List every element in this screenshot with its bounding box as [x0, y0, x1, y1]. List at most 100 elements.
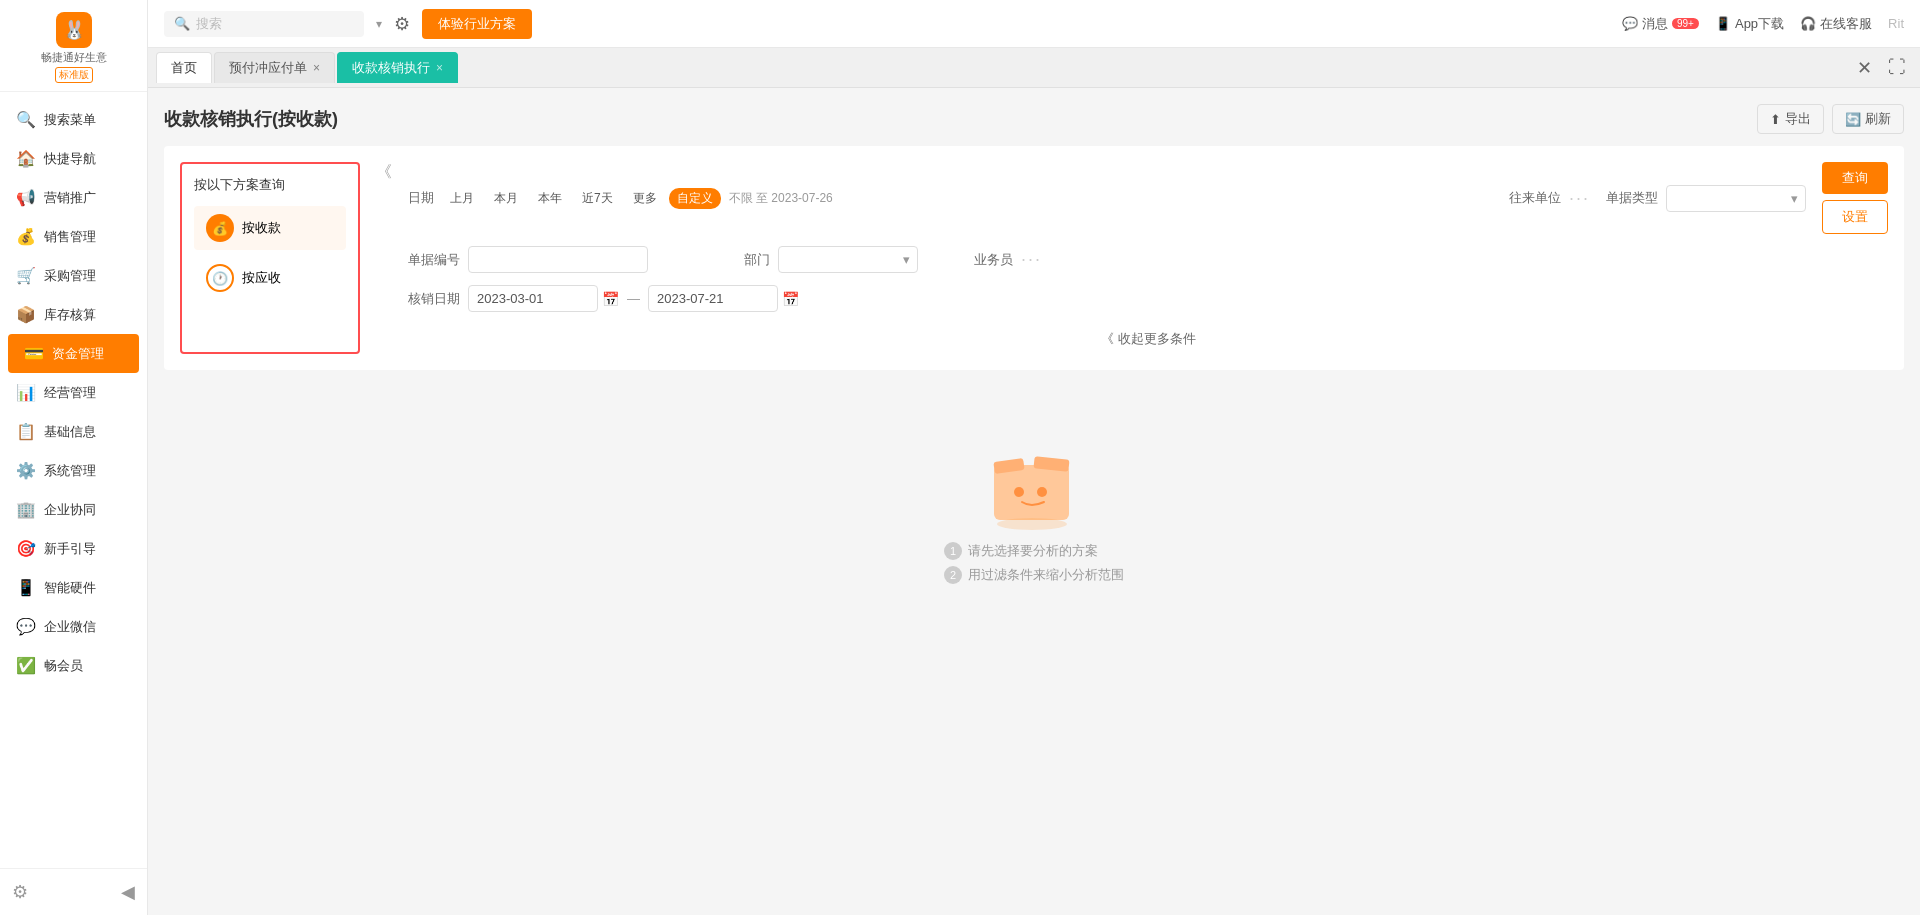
tab-prepay-offset[interactable]: 预付冲应付单 ×	[214, 52, 335, 83]
filter-option-by-receivable[interactable]: 🕐 按应收	[194, 256, 346, 300]
sidebar-item-search-menu[interactable]: 🔍 搜索菜单	[0, 100, 147, 139]
sidebar-item-operation[interactable]: 📊 经营管理	[0, 373, 147, 412]
message-item[interactable]: 💬 消息 99+	[1622, 15, 1699, 33]
sidebar-item-enterprise[interactable]: 🏢 企业协同	[0, 490, 147, 529]
doc-type-select-wrap	[1666, 185, 1806, 212]
topbar: 🔍 搜索 ▾ ⚙ 体验行业方案 💬 消息 99+ 📱 App下载 🎧 在线客服 …	[148, 0, 1920, 48]
svg-point-4	[1037, 487, 1047, 497]
empty-svg-illustration	[984, 430, 1084, 530]
verify-date-start-calendar-icon[interactable]: 📅	[602, 291, 619, 307]
enterprise-icon: 🏢	[16, 500, 36, 519]
dept-select-wrap	[778, 246, 918, 273]
refresh-label: 刷新	[1865, 110, 1891, 128]
tab-receipt-close[interactable]: ×	[436, 61, 443, 75]
sidebar-item-inventory[interactable]: 📦 库存核算	[0, 295, 147, 334]
refresh-button[interactable]: 🔄 刷新	[1832, 104, 1904, 134]
member-icon: ✅	[16, 656, 36, 675]
sidebar-item-label: 经营管理	[44, 384, 96, 402]
filter-option-by-receipt[interactable]: 💰 按收款	[194, 206, 346, 250]
phone-icon: 📱	[1715, 16, 1731, 31]
finance-icon: 💳	[24, 344, 44, 363]
hint-text-2: 用过滤条件来缩小分析范围	[968, 566, 1124, 584]
guide-icon: 🎯	[16, 539, 36, 558]
close-tab-button[interactable]: ✕	[1851, 55, 1878, 81]
counterparty-field: 往来单位 ···	[1509, 188, 1590, 209]
collapse-more-row: 《 收起更多条件	[408, 324, 1888, 354]
doc-no-field: 单据编号	[408, 246, 648, 273]
verify-date-end-calendar-icon[interactable]: 📅	[782, 291, 799, 307]
sidebar-item-basic-info[interactable]: 📋 基础信息	[0, 412, 147, 451]
date-btn-7days[interactable]: 近7天	[574, 187, 621, 210]
tab-prepay-close[interactable]: ×	[313, 61, 320, 75]
tab-receipt-offset[interactable]: 收款核销执行 ×	[337, 52, 458, 83]
settings-button[interactable]: 设置	[1822, 200, 1888, 234]
sidebar-settings-icon[interactable]: ⚙	[8, 877, 32, 907]
date-btn-this-month[interactable]: 本月	[486, 187, 526, 210]
search-menu-icon: 🔍	[16, 110, 36, 129]
sidebar-item-guide[interactable]: 🎯 新手引导	[0, 529, 147, 568]
sidebar-item-quick-nav[interactable]: 🏠 快捷导航	[0, 139, 147, 178]
counterparty-dots[interactable]: ···	[1569, 188, 1590, 209]
counterparty-label: 往来单位	[1509, 189, 1561, 207]
user-name[interactable]: Rit	[1888, 16, 1904, 31]
doc-type-label: 单据类型	[1606, 189, 1658, 207]
empty-hint-1: 1 请先选择要分析的方案	[944, 542, 1124, 560]
doc-no-input[interactable]	[468, 246, 648, 273]
verify-date-end-input[interactable]	[648, 285, 778, 312]
sidebar-item-hardware[interactable]: 📱 智能硬件	[0, 568, 147, 607]
date-buttons: 上月 本月 本年 近7天 更多 自定义	[442, 187, 721, 210]
sidebar-item-purchase[interactable]: 🛒 采购管理	[0, 256, 147, 295]
solution-button[interactable]: 体验行业方案	[422, 9, 532, 39]
tab-home-label: 首页	[171, 59, 197, 77]
settings-icon[interactable]: ⚙	[394, 13, 410, 35]
verify-date-label: 核销日期	[408, 290, 460, 308]
date-range-text: 不限 至 2023-07-26	[729, 190, 833, 207]
collapse-more-button[interactable]: 《 收起更多条件	[1085, 324, 1212, 354]
verify-date-end-wrap: 📅	[648, 285, 799, 312]
doc-no-label: 单据编号	[408, 251, 460, 269]
hint-num-1: 1	[944, 542, 962, 560]
sidebar-bottom: ⚙ ◀	[0, 868, 147, 915]
verify-date-start-wrap: 📅	[468, 285, 619, 312]
dept-field: 部门	[744, 246, 918, 273]
dept-select[interactable]	[778, 246, 918, 273]
sidebar-item-marketing[interactable]: 📢 营销推广	[0, 178, 147, 217]
sidebar-item-member[interactable]: ✅ 畅会员	[0, 646, 147, 685]
staff-dots[interactable]: ···	[1021, 249, 1042, 270]
export-button[interactable]: ⬆ 导出	[1757, 104, 1824, 134]
date-btn-last-month[interactable]: 上月	[442, 187, 482, 210]
svg-point-3	[1014, 487, 1024, 497]
app-download-item[interactable]: 📱 App下载	[1715, 15, 1784, 33]
sidebar-collapse-icon[interactable]: ◀	[117, 877, 139, 907]
sidebar-item-finance[interactable]: 💳 资金管理	[8, 334, 139, 373]
sidebar-item-wechat[interactable]: 💬 企业微信	[0, 607, 147, 646]
online-service-item[interactable]: 🎧 在线客服	[1800, 15, 1872, 33]
date-btn-custom[interactable]: 自定义	[669, 188, 721, 209]
operation-icon: 📊	[16, 383, 36, 402]
empty-hints: 1 请先选择要分析的方案 2 用过滤条件来缩小分析范围	[944, 542, 1124, 584]
filter-fields: 日期 上月 本月 本年 近7天 更多 自定义 不限 至 2023-07-26 往…	[408, 162, 1888, 354]
doc-type-field: 单据类型	[1606, 185, 1806, 212]
tabbar: 首页 预付冲应付单 × 收款核销执行 × ✕ ⛶	[148, 48, 1920, 88]
filter-left-collapse-button[interactable]: 《	[376, 162, 392, 183]
doc-type-select[interactable]	[1666, 185, 1806, 212]
verify-date-start-input[interactable]	[468, 285, 598, 312]
sidebar-item-sales[interactable]: 💰 销售管理	[0, 217, 147, 256]
date-btn-this-year[interactable]: 本年	[530, 187, 570, 210]
export-icon: ⬆	[1770, 112, 1781, 127]
wechat-icon: 💬	[16, 617, 36, 636]
topbar-search[interactable]: 🔍 搜索	[164, 11, 364, 37]
tab-receipt-label: 收款核销执行	[352, 59, 430, 77]
page-actions: ⬆ 导出 🔄 刷新	[1757, 104, 1904, 134]
dropdown-icon[interactable]: ▾	[376, 17, 382, 31]
sidebar-item-system[interactable]: ⚙️ 系统管理	[0, 451, 147, 490]
inventory-icon: 📦	[16, 305, 36, 324]
query-button[interactable]: 查询	[1822, 162, 1888, 194]
export-label: 导出	[1785, 110, 1811, 128]
sidebar-item-label: 畅会员	[44, 657, 83, 675]
tab-home[interactable]: 首页	[156, 52, 212, 83]
logo-icon: 🐰	[56, 12, 92, 48]
expand-tab-button[interactable]: ⛶	[1882, 55, 1912, 81]
date-btn-more[interactable]: 更多	[625, 187, 665, 210]
quick-nav-icon: 🏠	[16, 149, 36, 168]
